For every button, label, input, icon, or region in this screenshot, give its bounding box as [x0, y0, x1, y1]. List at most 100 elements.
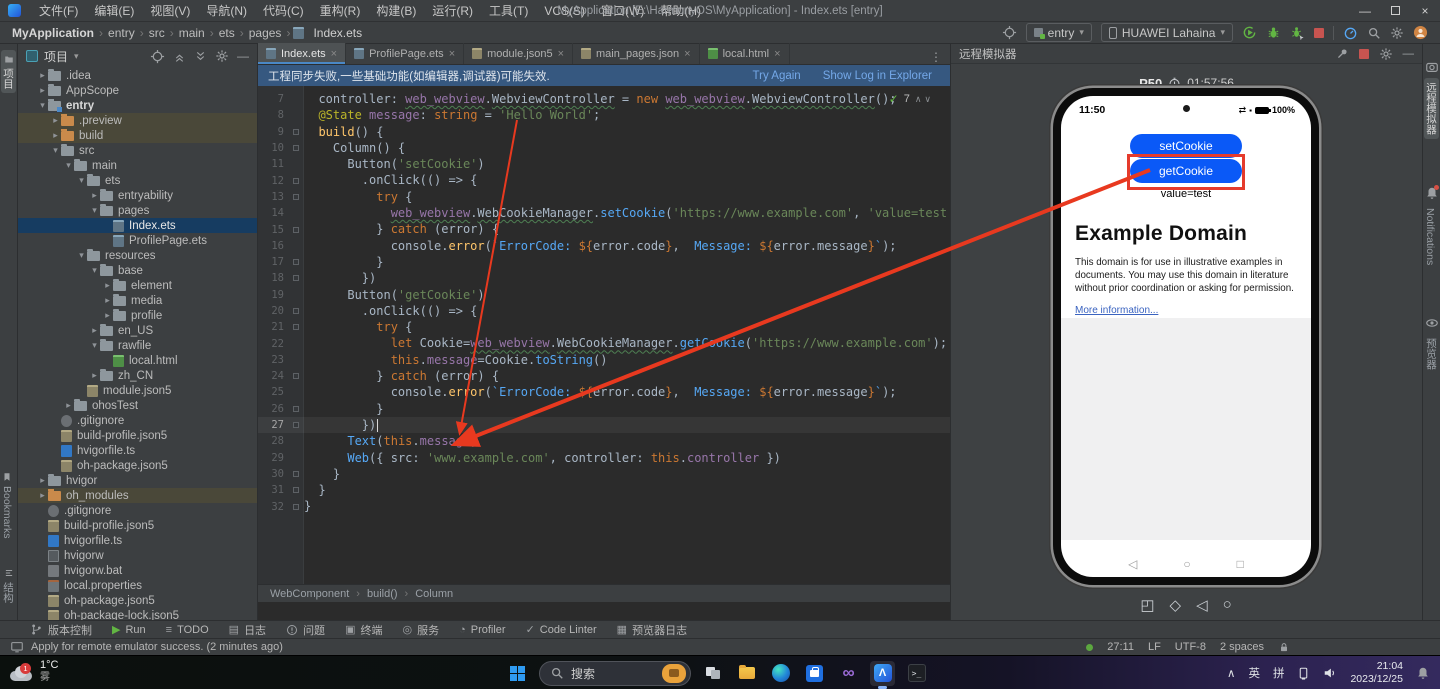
tree-item[interactable]: ▾ entry [18, 98, 257, 113]
breadcrumb-item[interactable]: src [147, 26, 167, 40]
toolwindow-prevlog[interactable]: ▦ 预览器日志 [617, 622, 687, 638]
sidebar-tab-notifications[interactable]: Notifications [1424, 204, 1436, 269]
breadcrumb-item[interactable]: MyApplication [10, 26, 96, 40]
t-arrow-icon[interactable]: ▾ [50, 145, 61, 156]
editor-breadcrumb-item[interactable]: WebComponent [270, 588, 349, 600]
menu-item[interactable]: 重构(R) [312, 0, 369, 22]
fold-marker-icon[interactable] [293, 470, 299, 477]
device-selector[interactable]: HUAWEI Lahaina ▾ [1100, 23, 1233, 42]
tree-item[interactable]: .gitignore [18, 413, 257, 428]
project-view-chevron[interactable]: ▾ [74, 51, 79, 62]
sidebar-tab-structure[interactable]: 结构 [1, 564, 16, 607]
tree-item[interactable]: hvigorfile.ts [18, 443, 257, 458]
fold-marker-icon[interactable] [293, 405, 299, 412]
toolwindow-log[interactable]: ▤ 日志 [229, 622, 266, 638]
run-button[interactable] [1242, 25, 1257, 40]
tree-item[interactable]: .gitignore [18, 503, 257, 518]
code-line[interactable]: 22 let Cookie=web_webview.WebCookieManag… [258, 335, 950, 351]
caret-position[interactable]: 27:11 [1107, 641, 1134, 653]
tree-item[interactable]: Index.ets [18, 218, 257, 233]
t-arrow-icon[interactable]: ▾ [37, 100, 48, 111]
fold-marker-icon[interactable] [293, 128, 299, 135]
screenshot-icon[interactable]: ◰ [1140, 596, 1154, 614]
t-arrow-icon[interactable]: ▸ [102, 295, 113, 306]
tree-item[interactable]: ▸ profile [18, 308, 257, 323]
account-avatar[interactable] [1413, 25, 1428, 40]
close-button[interactable]: × [1410, 0, 1440, 21]
t-arrow-icon[interactable]: ▸ [89, 325, 100, 336]
editor-tab-index-ets[interactable]: Index.ets × [258, 43, 347, 64]
tree-item[interactable]: ▸ zh_CN [18, 368, 257, 383]
tree-item[interactable]: ▸ hvigor [18, 473, 257, 488]
toolwindow-problem[interactable]: 问题 [286, 622, 325, 638]
fold-marker-icon[interactable] [293, 177, 299, 184]
tree-item[interactable]: hvigorw [18, 548, 257, 563]
tree-item[interactable]: ▸ oh_modules [18, 488, 257, 503]
tree-item[interactable]: ▾ ets [18, 173, 257, 188]
menu-item[interactable]: 视图(V) [142, 0, 198, 22]
code-line[interactable]: 9 build() { [258, 124, 950, 140]
tab-close-icon[interactable]: × [684, 48, 690, 60]
t-arrow-icon[interactable]: ▾ [63, 160, 74, 171]
fold-marker-icon[interactable] [293, 487, 299, 494]
tray-clock[interactable]: 21:04 2023/12/25 [1350, 660, 1403, 686]
t-arrow-icon[interactable]: ▾ [89, 340, 100, 351]
tree-item[interactable]: ▸ media [18, 293, 257, 308]
tree-item[interactable]: ▸ ohosTest [18, 398, 257, 413]
tree-item[interactable]: oh-package-lock.json5 [18, 608, 257, 620]
terminal-button[interactable]: >_ [904, 661, 929, 686]
breadcrumb-item[interactable]: entry [106, 26, 137, 40]
t-arrow-icon[interactable]: ▸ [102, 280, 113, 291]
file-explorer-button[interactable] [734, 661, 759, 686]
fold-marker-icon[interactable] [293, 226, 299, 233]
start-button[interactable] [505, 661, 530, 686]
code-line[interactable]: 18 }) [258, 270, 950, 286]
tree-item[interactable]: oh-package.json5 [18, 458, 257, 473]
code-line[interactable]: 12 .onClick(() => { [258, 172, 950, 188]
menu-item[interactable]: 窗口(W) [593, 0, 652, 22]
fold-marker-icon[interactable] [293, 259, 299, 266]
toolwindow-todo[interactable]: ≡ TODO [166, 624, 209, 636]
nav-home-icon[interactable]: ○ [1183, 557, 1190, 571]
emulator-hide-icon[interactable]: — [1403, 48, 1415, 60]
tab-close-icon[interactable]: × [558, 48, 564, 60]
tree-item[interactable]: hvigorfile.ts [18, 533, 257, 548]
code-line[interactable]: 32} [258, 498, 950, 514]
speaker-icon[interactable] [1323, 666, 1337, 680]
t-arrow-icon[interactable]: ▾ [76, 175, 87, 186]
fold-marker-icon[interactable] [293, 373, 299, 380]
remote-emulator-icon[interactable] [1425, 60, 1439, 74]
menu-item[interactable]: 工具(T) [481, 0, 536, 22]
inspections-widget[interactable]: ✓ 7 ∧∨ [889, 92, 934, 106]
code-line[interactable]: 13 try { [258, 189, 950, 205]
menu-item[interactable]: 编辑(E) [86, 0, 142, 22]
emulator-settings-icon[interactable] [1379, 47, 1393, 61]
code-line[interactable]: 16 console.error(`ErrorCode: ${error.cod… [258, 238, 950, 254]
edge-button[interactable] [768, 661, 793, 686]
emulator-back-icon[interactable]: ◁ [1196, 596, 1208, 614]
tree-item[interactable]: ProfilePage.ets [18, 233, 257, 248]
fold-marker-icon[interactable] [293, 193, 299, 200]
code-line[interactable]: 21 try { [258, 319, 950, 335]
tree-item[interactable]: ▾ rawfile [18, 338, 257, 353]
tree-item[interactable]: module.json5 [18, 383, 257, 398]
tree-item[interactable]: ▾ main [18, 158, 257, 173]
sidebar-tab-previewer[interactable]: 预览器 [1424, 334, 1439, 374]
select-opened-file-icon[interactable] [150, 49, 165, 64]
tree-item[interactable]: ▸ .preview [18, 113, 257, 128]
stop-button[interactable] [1314, 27, 1324, 38]
tree-item[interactable]: build-profile.json5 [18, 428, 257, 443]
web-page-link[interactable]: More information... [1075, 305, 1297, 316]
t-arrow-icon[interactable]: ▸ [89, 190, 100, 201]
sidebar-tab-remote-emulator[interactable]: 远程模拟器 [1424, 78, 1439, 139]
menu-item[interactable]: 运行(R) [424, 0, 481, 22]
phone-screen[interactable]: 11:50 ⇄ ▪ 100% setCookie getCookie value… [1061, 96, 1311, 577]
editor-breadcrumb-item[interactable]: Column [415, 588, 453, 600]
tray-expand-chevron[interactable]: ∧ [1227, 666, 1235, 680]
search-icon[interactable] [1367, 26, 1381, 40]
project-panel-title[interactable]: 项目 [44, 48, 68, 65]
menu-item[interactable]: VCS(S) [536, 0, 593, 22]
maximize-button[interactable] [1380, 0, 1410, 21]
t-arrow-icon[interactable]: ▸ [37, 490, 48, 501]
menu-item[interactable]: 代码(C) [255, 0, 312, 22]
